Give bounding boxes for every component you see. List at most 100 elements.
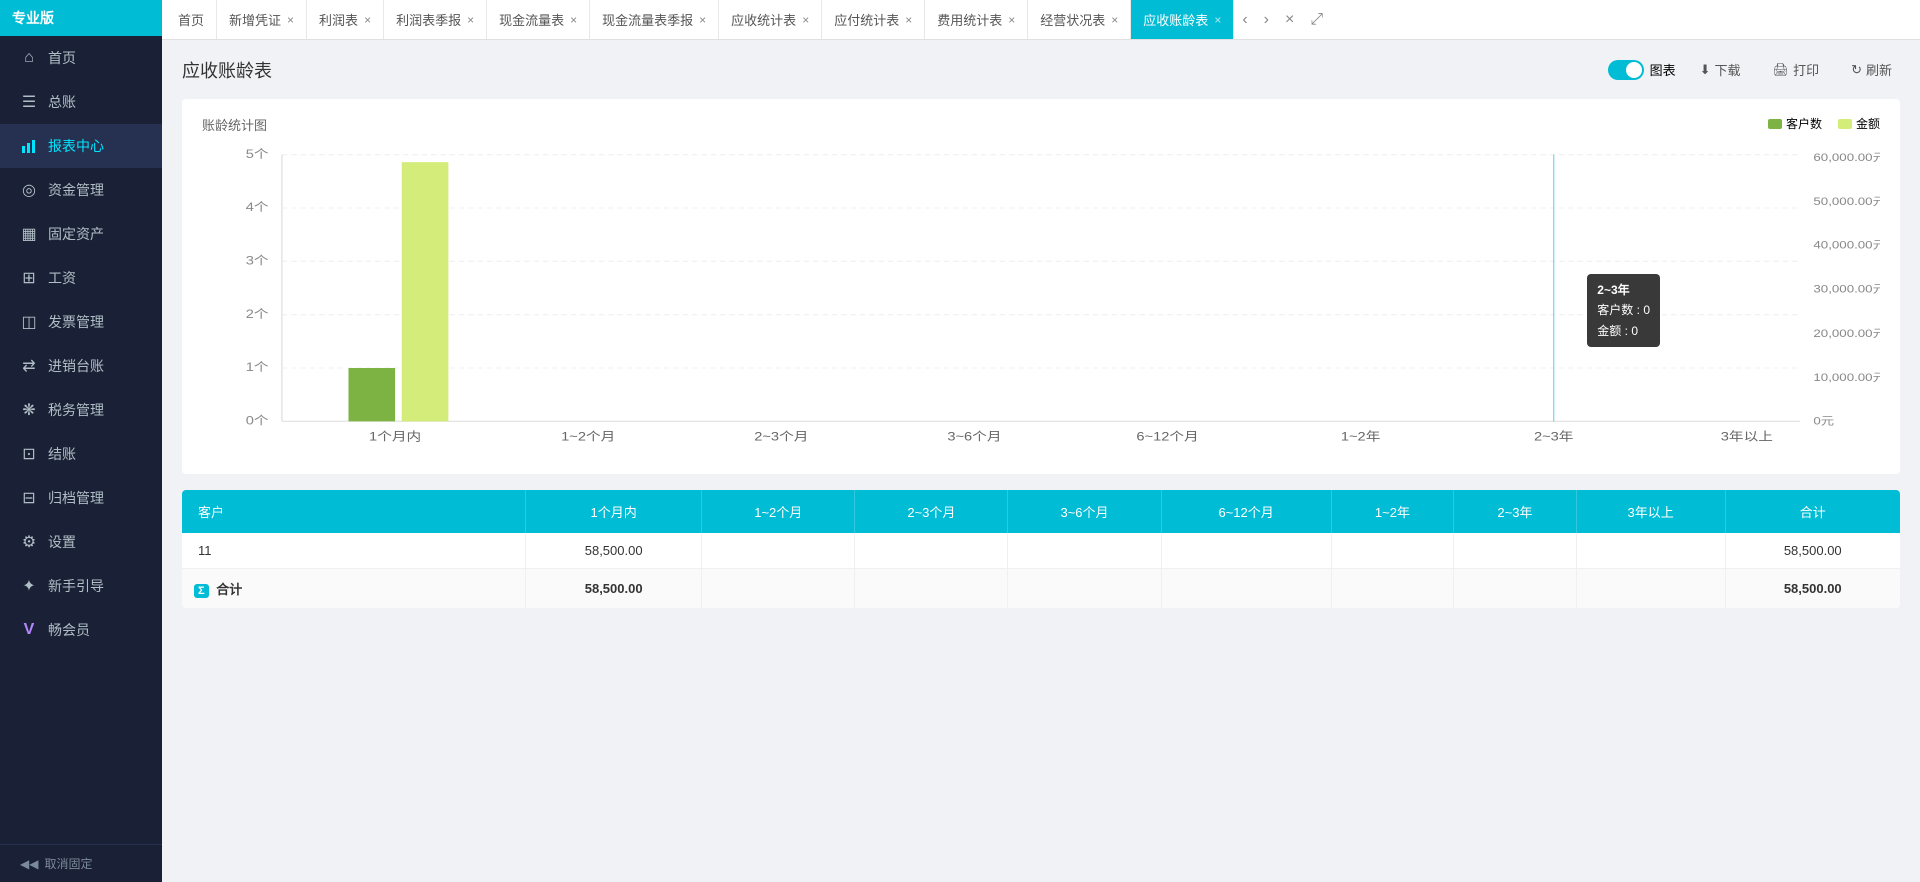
download-button[interactable]: ⬇ 下载 xyxy=(1692,56,1749,83)
sidebar-item-archive[interactable]: ⊟ 归档管理 xyxy=(0,476,162,520)
refresh-icon: ↻ xyxy=(1851,62,1862,78)
total-label: 合计 xyxy=(216,582,242,597)
tab-fullscreen-button[interactable]: ⤢ xyxy=(1302,0,1331,39)
tab-expense-stat[interactable]: 费用统计表 × xyxy=(925,0,1028,39)
tab-label: 应收统计表 xyxy=(731,10,796,29)
legend-amount-color xyxy=(1838,119,1852,129)
close-icon[interactable]: × xyxy=(699,13,706,27)
sidebar-item-salary[interactable]: ⊞ 工资 xyxy=(0,256,162,300)
salary-icon: ⊞ xyxy=(20,269,38,287)
svg-text:2个: 2个 xyxy=(246,307,269,320)
col-total: 合计 xyxy=(1725,490,1900,533)
svg-text:0元: 0元 xyxy=(1813,415,1834,427)
chart-toggle-wrap: 图表 xyxy=(1608,60,1676,80)
cell-total-m2-3 xyxy=(855,569,1008,609)
cell-total-label: Σ 合计 xyxy=(182,569,526,609)
tab-cashflow-quarter[interactable]: 现金流量表季报 × xyxy=(590,0,719,39)
svg-text:1个月内: 1个月内 xyxy=(369,430,421,443)
tab-receivable-stat[interactable]: 应收统计表 × xyxy=(719,0,822,39)
sidebar-item-label: 归档管理 xyxy=(48,488,104,508)
svg-text:50,000.00元: 50,000.00元 xyxy=(1813,195,1880,207)
table-row: 11 58,500.00 58,500.00 xyxy=(182,533,1900,569)
close-icon[interactable]: × xyxy=(1214,13,1221,27)
col-m6-12: 6~12个月 xyxy=(1161,490,1331,533)
chart-toggle[interactable] xyxy=(1608,60,1644,80)
sidebar-item-funds[interactable]: ◎ 资金管理 xyxy=(0,168,162,212)
tab-profit-quarter[interactable]: 利润表季报 × xyxy=(384,0,487,39)
svg-text:20,000.00元: 20,000.00元 xyxy=(1813,327,1880,339)
download-icon: ⬇ xyxy=(1700,62,1711,78)
cell-total-y2-3 xyxy=(1454,569,1577,609)
svg-text:60,000.00元: 60,000.00元 xyxy=(1813,151,1880,163)
tab-payable-stat[interactable]: 应付统计表 × xyxy=(822,0,925,39)
close-icon[interactable]: × xyxy=(364,13,371,27)
tab-label: 新增凭证 xyxy=(229,10,281,29)
unpin-label: 取消固定 xyxy=(44,855,92,872)
sidebar-item-guide[interactable]: ✦ 新手引导 xyxy=(0,564,162,608)
tab-label: 费用统计表 xyxy=(937,10,1002,29)
tab-home[interactable]: 首页 xyxy=(166,0,217,39)
sidebar-item-settings[interactable]: ⚙ 设置 xyxy=(0,520,162,564)
tab-label: 首页 xyxy=(178,10,204,29)
sidebar-item-label: 发票管理 xyxy=(48,312,104,332)
tab-receivable-aging[interactable]: 应收账龄表 × xyxy=(1131,0,1234,39)
tab-label: 现金流量表季报 xyxy=(602,10,693,29)
cell-m6-12 xyxy=(1161,533,1331,569)
sidebar-item-closing[interactable]: ⊡ 结账 xyxy=(0,432,162,476)
tab-prev-button[interactable]: ‹ xyxy=(1234,0,1255,39)
sidebar-item-label: 进销台账 xyxy=(48,356,104,376)
sidebar-item-invoice[interactable]: ◫ 发票管理 xyxy=(0,300,162,344)
sidebar-item-tax[interactable]: ❋ 税务管理 xyxy=(0,388,162,432)
svg-text:0个: 0个 xyxy=(246,414,269,427)
close-icon[interactable]: × xyxy=(905,13,912,27)
cell-m3-6 xyxy=(1008,533,1161,569)
svg-text:1~2个月: 1~2个月 xyxy=(561,430,615,443)
sidebar-item-label: 设置 xyxy=(48,532,76,552)
tab-label: 应付统计表 xyxy=(834,10,899,29)
header-actions: 图表 ⬇ 下载 🖨 打印 ↻ 刷新 xyxy=(1608,56,1900,83)
chart-title: 账龄统计图 xyxy=(202,115,1880,134)
tab-close-all-button[interactable]: × xyxy=(1277,0,1302,39)
download-label: 下载 xyxy=(1715,60,1741,79)
close-icon[interactable]: × xyxy=(802,13,809,27)
bar-customer-1 xyxy=(348,368,395,421)
tab-business-stat[interactable]: 经营状况表 × xyxy=(1028,0,1131,39)
reports-icon xyxy=(20,137,38,155)
refresh-button[interactable]: ↻ 刷新 xyxy=(1843,56,1900,83)
svg-text:40,000.00元: 40,000.00元 xyxy=(1813,239,1880,251)
cell-total-y3plus xyxy=(1576,569,1725,609)
svg-text:1~2年: 1~2年 xyxy=(1341,430,1380,443)
tab-cashflow[interactable]: 现金流量表 × xyxy=(487,0,590,39)
svg-text:4个: 4个 xyxy=(246,201,269,214)
close-icon[interactable]: × xyxy=(287,13,294,27)
svg-text:2~3年: 2~3年 xyxy=(1534,430,1573,443)
svg-text:5个: 5个 xyxy=(246,147,269,160)
close-icon[interactable]: × xyxy=(467,13,474,27)
sidebar-item-reports[interactable]: 报表中心 xyxy=(0,124,162,168)
sidebar-item-home[interactable]: ⌂ 首页 xyxy=(0,36,162,80)
sidebar-item-label: 新手引导 xyxy=(48,576,104,596)
sidebar-item-vip[interactable]: V 畅会员 xyxy=(0,608,162,652)
chart-svg-wrap: 0个 1个 2个 3个 4个 5个 0元 10,000.00元 20,000.0… xyxy=(202,144,1880,464)
sales-icon: ⇄ xyxy=(20,357,38,375)
sidebar-item-ledger[interactable]: ☰ 总账 xyxy=(0,80,162,124)
close-icon[interactable]: × xyxy=(1008,13,1015,27)
sidebar-item-sales[interactable]: ⇄ 进销台账 xyxy=(0,344,162,388)
tab-label: 经营状况表 xyxy=(1040,10,1105,29)
page-header: 应收账龄表 图表 ⬇ 下载 🖨 打印 ↻ 刷新 xyxy=(182,56,1900,83)
guide-icon: ✦ xyxy=(20,577,38,595)
cell-m2-3 xyxy=(855,533,1008,569)
sidebar-item-assets[interactable]: ▦ 固定资产 xyxy=(0,212,162,256)
cell-total-m6-12 xyxy=(1161,569,1331,609)
unpin-button[interactable]: ◀◀ 取消固定 xyxy=(0,844,162,882)
bar-amount-1 xyxy=(402,162,449,421)
tab-profit[interactable]: 利润表 × xyxy=(307,0,384,39)
chart-container: 账龄统计图 客户数 金额 xyxy=(182,99,1900,474)
settings-icon: ⚙ xyxy=(20,533,38,551)
svg-text:10,000.00元: 10,000.00元 xyxy=(1813,371,1880,383)
close-icon[interactable]: × xyxy=(570,13,577,27)
close-icon[interactable]: × xyxy=(1111,13,1118,27)
tab-next-button[interactable]: › xyxy=(1256,0,1277,39)
tab-voucher[interactable]: 新增凭证 × xyxy=(217,0,307,39)
print-button[interactable]: 🖨 打印 xyxy=(1765,56,1828,83)
